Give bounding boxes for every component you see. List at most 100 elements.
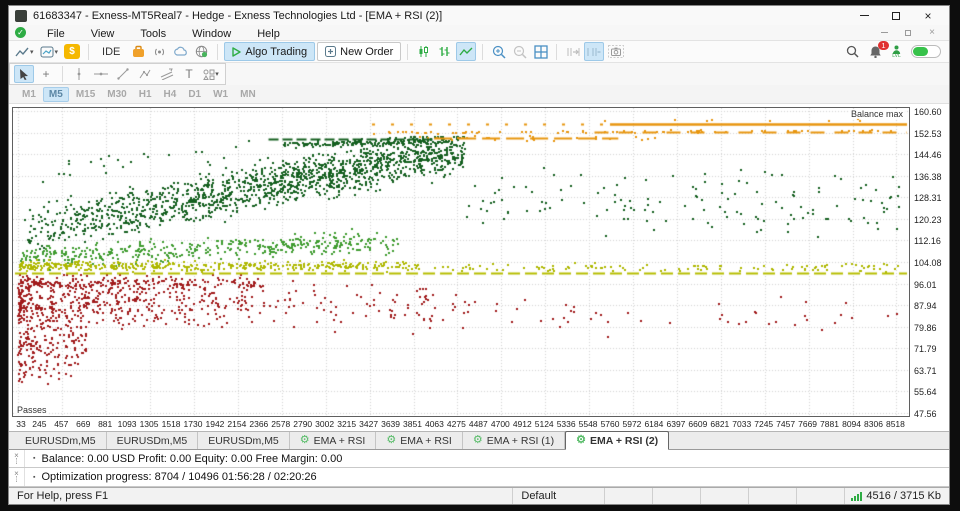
y-tick-label: 47.56: [914, 409, 937, 419]
chart-shift-button[interactable]: [584, 42, 605, 61]
tab-eurusdm-m5-1[interactable]: EURUSDm,M5: [107, 432, 199, 449]
zoom-in-button[interactable]: [489, 42, 508, 61]
horizontal-line-tool[interactable]: [91, 65, 111, 83]
mdi-restore-button[interactable]: [901, 26, 915, 40]
mdi-window-controls: ×: [877, 26, 945, 40]
notifications-button[interactable]: 1: [869, 41, 889, 58]
traffic-text: 4516 / 3715 Kb: [866, 490, 941, 502]
timeframe-m30[interactable]: M30: [102, 88, 131, 101]
tab-eurusdm-m5-2[interactable]: EURUSDm,M5: [198, 432, 290, 449]
new-order-button[interactable]: New Order: [317, 42, 402, 61]
tab-ema-rsi-2--6[interactable]: ⚙ EMA + RSI (2): [565, 431, 670, 450]
shift-end-button[interactable]: [563, 42, 582, 61]
line-chart-icon: [15, 47, 29, 56]
chart-type-dropdown[interactable]: ▾: [13, 42, 36, 61]
signals-button[interactable]: [150, 42, 169, 61]
connection-bars-icon: [851, 491, 863, 501]
tab-ema-rsi-1--5[interactable]: ⚙ EMA + RSI (1): [463, 432, 566, 449]
restore-button[interactable]: [889, 9, 903, 23]
y-tick-label: 63.71: [914, 365, 937, 376]
y-tick-label: 87.94: [914, 301, 937, 312]
row-close-grip[interactable]: × ⁞: [9, 450, 25, 467]
y-tick-label: 136.38: [914, 171, 942, 182]
y-axis-labels: 160.60 152.53 144.46 136.38 128.31 120.23 112.…: [911, 107, 948, 419]
menu-help[interactable]: Help: [244, 28, 293, 40]
new-order-icon: [325, 46, 337, 57]
shapes-tool[interactable]: ▾: [201, 65, 221, 83]
plot-area[interactable]: Passes Balance max: [12, 107, 910, 417]
cloud-button[interactable]: [171, 42, 190, 61]
cursor-tool[interactable]: [14, 65, 34, 83]
search-button[interactable]: [846, 45, 859, 58]
tab-ema-rsi-3[interactable]: ⚙ EMA + RSI: [290, 432, 377, 449]
deposit-button[interactable]: $: [62, 42, 82, 61]
tile-windows-icon: [534, 44, 548, 59]
drawing-toolbar-row: + T ▾: [9, 63, 949, 85]
candlestick-mode-button[interactable]: [414, 42, 433, 61]
timeframe-h4[interactable]: H4: [159, 88, 182, 101]
polyline-tool[interactable]: [135, 65, 155, 83]
line-mode-button[interactable]: [456, 42, 477, 61]
expert-gear-icon: ⚙: [576, 434, 586, 446]
optimization-progress-text: Optimization progress: 8704 / 10496 01:5…: [41, 471, 317, 483]
line-mode-icon: [459, 47, 473, 55]
timeframe-d1[interactable]: D1: [183, 88, 206, 101]
mdi-close-button[interactable]: ×: [925, 26, 939, 40]
menu-window[interactable]: Window: [179, 28, 244, 40]
statusbar-empty-cell: [748, 488, 796, 504]
tile-windows-button[interactable]: [531, 42, 550, 61]
timeframe-m15[interactable]: M15: [71, 88, 100, 101]
trendline-tool[interactable]: [113, 65, 133, 83]
tab-eurusdm-m5-0[interactable]: EURUSDm,M5: [15, 432, 107, 449]
bullet-icon: ▪: [33, 455, 36, 462]
menu-file[interactable]: File: [34, 28, 78, 40]
timeframe-m1[interactable]: M1: [17, 88, 41, 101]
profile-cell[interactable]: Default: [512, 488, 604, 504]
globe-icon: [196, 45, 208, 58]
account-level-indicator[interactable]: LVL: [892, 45, 901, 59]
statusbar-empty-cell: [652, 488, 700, 504]
y-tick-label: 71.79: [914, 344, 937, 355]
trading-toggle[interactable]: [911, 45, 941, 58]
menu-tools[interactable]: Tools: [127, 28, 179, 40]
zoom-out-icon: [513, 45, 527, 59]
bars-mode-button[interactable]: [435, 42, 454, 61]
bars-icon: [439, 47, 450, 56]
text-tool[interactable]: T: [179, 65, 199, 83]
algo-trading-button[interactable]: Algo Trading: [224, 42, 316, 61]
tab-label: EMA + RSI (1): [486, 434, 555, 447]
crosshair-tool[interactable]: +: [36, 65, 56, 83]
vertical-line-tool[interactable]: [69, 65, 89, 83]
chart-title: Balance max: [848, 109, 905, 119]
row-close-grip[interactable]: × ⁞: [9, 468, 25, 486]
vertical-line-icon: [77, 68, 81, 80]
mdi-minimize-button[interactable]: [877, 26, 891, 40]
ide-button[interactable]: IDE: [95, 42, 127, 61]
menu-view[interactable]: View: [78, 28, 128, 40]
app-icon: [15, 9, 27, 22]
zoom-out-button[interactable]: [510, 42, 529, 61]
scatter-canvas[interactable]: [13, 108, 909, 416]
main-toolbar: ▾ ▾ $ IDE Algo Trading New Order 1 LVL: [9, 40, 949, 63]
timeframe-m5[interactable]: M5: [42, 86, 69, 102]
screenshot-button[interactable]: [606, 42, 626, 61]
minimize-button[interactable]: [857, 9, 871, 23]
tab-ema-rsi-4[interactable]: ⚙ EMA + RSI: [376, 432, 463, 449]
y-tick-label: 144.46: [914, 150, 942, 161]
channel-tool[interactable]: [157, 65, 177, 83]
indicator-window-dropdown[interactable]: ▾: [38, 42, 61, 61]
statusbar-empty-cell: [700, 488, 748, 504]
optimization-status-row: × ⁞ ▪ Optimization progress: 8704 / 10496…: [9, 468, 949, 487]
broadcast-icon: [155, 48, 165, 55]
tab-label: EMA + RSI: [313, 434, 366, 447]
timeframe-mn[interactable]: MN: [235, 88, 261, 101]
channel-icon: [160, 68, 174, 80]
close-button[interactable]: ×: [921, 9, 935, 23]
vps-button[interactable]: [192, 42, 211, 61]
x-axis-labels: 33 245 457 669 881 1093 1305 1518 1730 1942 2154 23…: [12, 418, 910, 431]
timeframe-h1[interactable]: H1: [134, 88, 157, 101]
market-button[interactable]: [129, 42, 148, 61]
timeframe-w1[interactable]: W1: [208, 88, 233, 101]
indicator-window-icon: [40, 46, 54, 57]
title-bar: 61683347 - Exness-MT5Real7 - Hedge - Exn…: [9, 6, 949, 25]
